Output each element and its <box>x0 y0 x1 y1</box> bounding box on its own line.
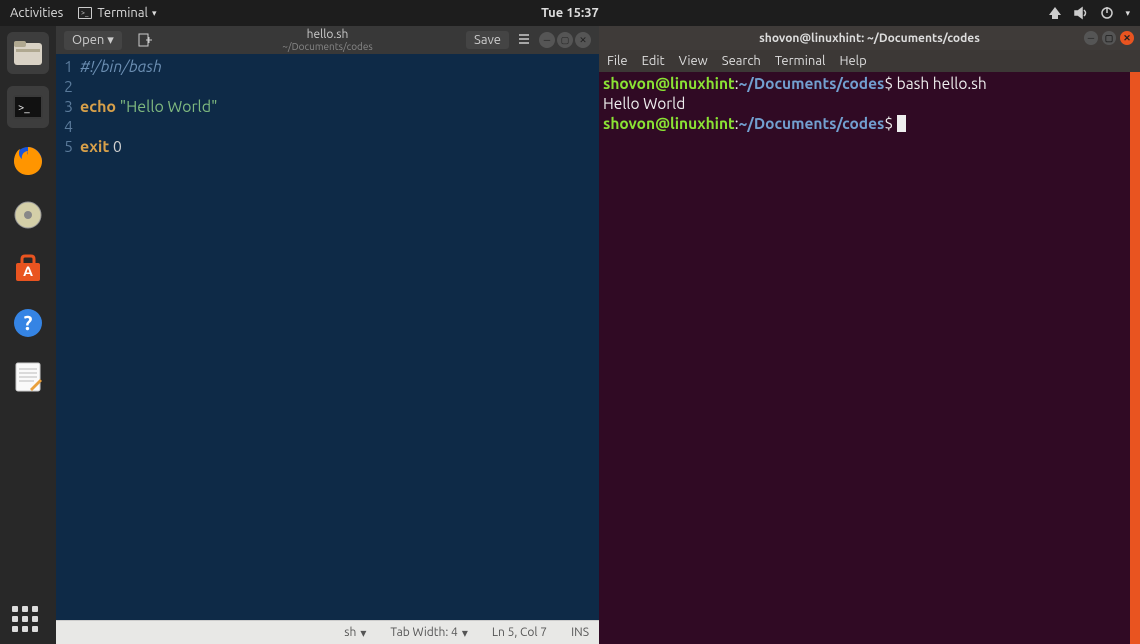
show-applications-button[interactable] <box>12 606 38 632</box>
code-text[interactable]: #!/bin/bash echo "Hello World" exit 0 <box>76 54 599 620</box>
maximize-button[interactable]: ▢ <box>1102 31 1116 45</box>
gedit-editor-area[interactable]: 12345 #!/bin/bash echo "Hello World" exi… <box>56 54 599 620</box>
terminal-title: shovon@linuxhint: ~/Documents/codes <box>759 32 980 45</box>
chevron-down-icon: ▾ <box>152 8 157 19</box>
svg-text:?: ? <box>24 311 33 334</box>
network-icon <box>1047 5 1063 21</box>
chevron-down-icon: ▾ <box>107 33 114 48</box>
maximize-button[interactable]: ▢ <box>557 32 573 48</box>
terminal-window: shovon@linuxhint: ~/Documents/codes ─ ▢ … <box>599 26 1140 644</box>
close-button[interactable]: ✕ <box>1120 31 1134 45</box>
terminal-titlebar: shovon@linuxhint: ~/Documents/codes ─ ▢ … <box>599 26 1140 50</box>
menu-help[interactable]: Help <box>839 54 866 68</box>
dock: >_ A ? <box>0 26 56 644</box>
terminal-icon: >_ <box>77 5 93 21</box>
dock-item-software[interactable]: A <box>7 248 49 290</box>
volume-icon <box>1073 5 1089 21</box>
menu-search[interactable]: Search <box>722 54 761 68</box>
menu-file[interactable]: File <box>607 54 628 68</box>
svg-text:>_: >_ <box>18 102 30 114</box>
terminal-cursor <box>897 115 906 132</box>
terminal-menubar: File Edit View Search Terminal Help <box>599 50 1140 72</box>
menu-terminal[interactable]: Terminal <box>775 54 826 68</box>
terminal-scrollbar[interactable] <box>1130 72 1140 644</box>
close-button[interactable]: ✕ <box>575 32 591 48</box>
dock-item-help[interactable]: ? <box>7 302 49 344</box>
gedit-filepath: ~/Documents/codes <box>282 41 373 52</box>
line-number-gutter: 12345 <box>56 54 76 620</box>
gedit-window: Open ▾ hello.sh ~/Documents/codes Save ─… <box>56 26 599 644</box>
terminal-body[interactable]: shovon@linuxhint:~/Documents/codes$ bash… <box>599 72 1140 644</box>
app-menu-label: Terminal <box>97 6 148 20</box>
status-tabwidth[interactable]: Tab Width: 4 ▾ <box>390 626 467 640</box>
dock-item-texteditor[interactable] <box>7 356 49 398</box>
hamburger-icon <box>517 32 531 46</box>
gedit-headerbar: Open ▾ hello.sh ~/Documents/codes Save ─… <box>56 26 599 54</box>
open-button[interactable]: Open ▾ <box>64 31 122 50</box>
gedit-statusbar: sh ▾ Tab Width: 4 ▾ Ln 5, Col 7 INS <box>56 620 599 644</box>
status-position: Ln 5, Col 7 <box>492 626 547 639</box>
minimize-button[interactable]: ─ <box>1084 31 1098 45</box>
app-menu[interactable]: >_ Terminal ▾ <box>77 5 156 21</box>
gedit-title: hello.sh ~/Documents/codes <box>282 28 373 52</box>
new-doc-icon <box>136 32 152 48</box>
gedit-filename: hello.sh <box>282 28 373 41</box>
svg-text:A: A <box>23 263 33 279</box>
status-insert-mode[interactable]: INS <box>571 626 589 639</box>
dock-item-disks[interactable] <box>7 194 49 236</box>
top-panel: Activities >_ Terminal ▾ Tue 15:37 ▾ <box>0 0 1140 26</box>
activities-button[interactable]: Activities <box>10 6 63 20</box>
power-icon <box>1099 5 1115 21</box>
new-document-button[interactable] <box>134 30 154 50</box>
dock-item-terminal[interactable]: >_ <box>7 86 49 128</box>
system-tray[interactable]: ▾ <box>1047 5 1130 21</box>
clock[interactable]: Tue 15:37 <box>541 6 599 20</box>
dock-item-firefox[interactable] <box>7 140 49 182</box>
terminal-output: Hello World <box>603 94 1136 114</box>
save-button[interactable]: Save <box>466 31 509 49</box>
svg-text:>_: >_ <box>81 9 89 17</box>
hamburger-menu-button[interactable] <box>517 32 531 49</box>
status-language[interactable]: sh ▾ <box>344 626 366 640</box>
dock-item-files[interactable] <box>7 32 49 74</box>
open-button-label: Open <box>72 33 104 47</box>
minimize-button[interactable]: ─ <box>539 32 555 48</box>
chevron-down-icon: ▾ <box>1125 8 1130 19</box>
menu-view[interactable]: View <box>679 54 708 68</box>
menu-edit[interactable]: Edit <box>642 54 665 68</box>
